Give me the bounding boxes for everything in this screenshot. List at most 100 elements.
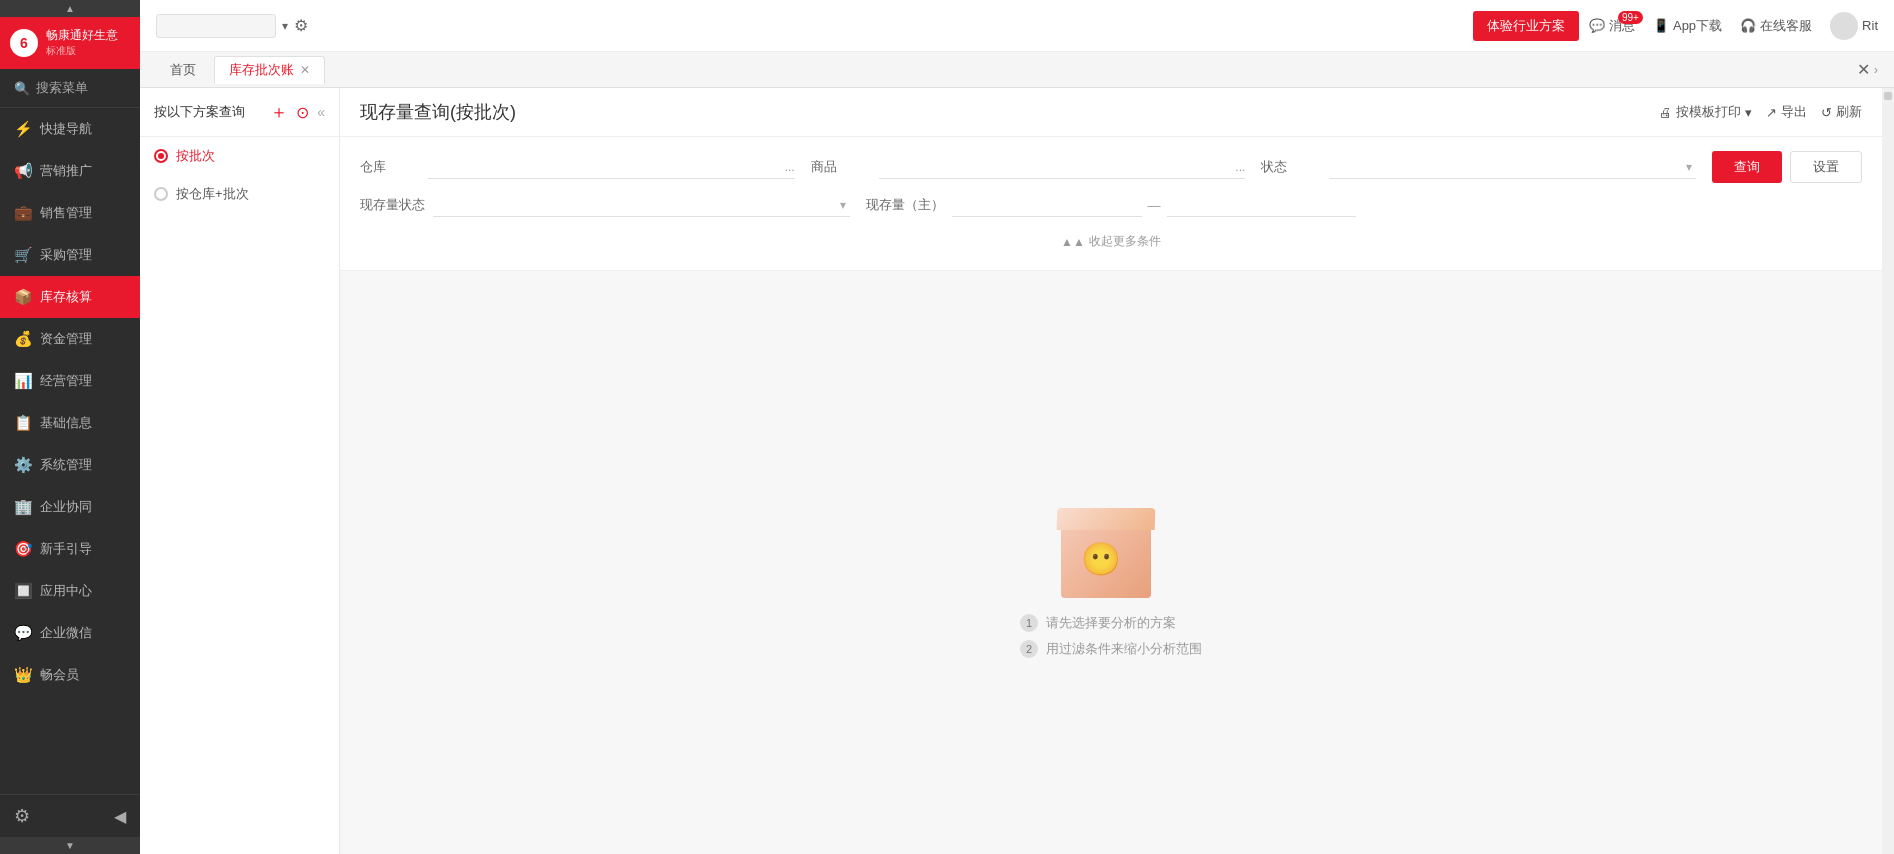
panel-collapse-btn[interactable]: › xyxy=(1874,62,1878,77)
scrollbar-thumb xyxy=(1884,92,1892,100)
sidebar-item-system[interactable]: ⚙️ 系统管理 xyxy=(0,444,140,486)
scheme-item-warehouse-batch[interactable]: 按仓库+批次 xyxy=(140,175,339,213)
online-service-item[interactable]: 🎧 在线客服 xyxy=(1740,17,1812,35)
sidebar-item-enterprise[interactable]: 🏢 企业协同 xyxy=(0,486,140,528)
sidebar-item-guide[interactable]: 🎯 新手引导 xyxy=(0,528,140,570)
sidebar-scroll-up[interactable]: ▲ xyxy=(0,0,140,17)
warehouse-input[interactable] xyxy=(428,155,795,179)
sidebar-item-quick-nav[interactable]: ⚡ 快捷导航 xyxy=(0,108,140,150)
refresh-button[interactable]: ↺ 刷新 xyxy=(1821,103,1862,121)
export-icon: ↗ xyxy=(1766,105,1777,120)
export-button[interactable]: ↗ 导出 xyxy=(1766,103,1807,121)
topbar-search-input[interactable] xyxy=(156,14,276,38)
print-template-button[interactable]: 🖨 按模板打印 ▾ xyxy=(1659,103,1752,121)
settings-scheme-button[interactable]: ⊙ xyxy=(296,103,309,122)
box-top xyxy=(1057,508,1156,530)
operations-icon: 📊 xyxy=(14,372,32,390)
stock-status-select-wrapper: 有库存 无库存 全部 ▾ xyxy=(433,193,850,217)
content-area: 😶 1 请先选择要分析的方案 2 用过滤条件来缩小分析范围 xyxy=(340,271,1882,854)
query-button[interactable]: 查询 xyxy=(1712,151,1782,183)
nav-label: 资金管理 xyxy=(40,330,92,348)
collapse-left-panel-button[interactable]: « xyxy=(317,104,325,120)
app-download-item[interactable]: 📱 App下载 xyxy=(1653,17,1722,35)
panel-close-button[interactable]: ✕ xyxy=(1857,60,1870,79)
marketing-icon: 📢 xyxy=(14,162,32,180)
settings-footer-button[interactable]: ⚙ xyxy=(14,805,30,827)
stock-qty-range: — xyxy=(952,193,1356,217)
user-item[interactable]: Rit xyxy=(1830,12,1878,40)
sidebar-item-finance[interactable]: 💰 资金管理 xyxy=(0,318,140,360)
topbar-dropdown-button[interactable]: ▾ xyxy=(282,19,288,33)
hint-num-2: 2 xyxy=(1020,640,1038,658)
filter-settings-button[interactable]: 设置 xyxy=(1790,151,1862,183)
nav-label: 库存核算 xyxy=(40,288,92,306)
nav-label: 系统管理 xyxy=(40,456,92,474)
page-title-actions: 🖨 按模板打印 ▾ ↗ 导出 ↺ 刷新 xyxy=(1659,103,1862,121)
messages-item[interactable]: 💬 消息 99+ xyxy=(1589,17,1635,35)
left-panel: 按以下方案查询 ＋ ⊙ « 按批次 按仓库+批次 xyxy=(140,88,340,854)
collapse-sidebar-button[interactable]: ◀ xyxy=(114,807,126,826)
vip-icon: 👑 xyxy=(14,666,32,684)
sidebar-item-apps[interactable]: 🔲 应用中心 xyxy=(0,570,140,612)
tab-close-button[interactable]: ✕ xyxy=(300,63,310,77)
sidebar-item-operations[interactable]: 📊 经营管理 xyxy=(0,360,140,402)
sidebar-item-marketing[interactable]: 📢 营销推广 xyxy=(0,150,140,192)
message-icon: 💬 xyxy=(1589,18,1605,33)
stock-status-select[interactable]: 有库存 无库存 全部 xyxy=(433,193,850,217)
left-panel-title: 按以下方案查询 xyxy=(154,103,245,121)
product-label: 商品 xyxy=(811,158,871,176)
scheme-item-batch[interactable]: 按批次 xyxy=(140,137,339,175)
export-label: 导出 xyxy=(1781,103,1807,121)
nav-label: 经营管理 xyxy=(40,372,92,390)
warehouse-input-wrapper: ... xyxy=(428,155,795,179)
sidebar-item-inventory[interactable]: 📦 库存核算 xyxy=(0,276,140,318)
sidebar-item-basic[interactable]: 📋 基础信息 xyxy=(0,402,140,444)
box-face: 😶 xyxy=(1081,540,1121,578)
inventory-icon: 📦 xyxy=(14,288,32,306)
status-select[interactable]: 正常 停用 xyxy=(1329,155,1696,179)
product-input[interactable] xyxy=(879,155,1246,179)
quick-nav-icon: ⚡ xyxy=(14,120,32,138)
warehouse-filter: 仓库 ... xyxy=(360,155,795,179)
stock-qty-min-input[interactable] xyxy=(952,193,1142,217)
print-dropdown-icon: ▾ xyxy=(1745,105,1752,120)
warehouse-more-button[interactable]: ... xyxy=(785,160,795,174)
filter-area: 仓库 ... 商品 ... xyxy=(340,137,1882,271)
filter-action-buttons: 查询 设置 xyxy=(1712,151,1862,183)
experience-button[interactable]: 体验行业方案 xyxy=(1473,11,1579,41)
collapse-more-button[interactable]: ▲▲ 收起更多条件 xyxy=(360,227,1862,256)
topbar-settings-button[interactable]: ⚙ xyxy=(294,16,308,35)
sidebar-item-sales[interactable]: 💼 销售管理 xyxy=(0,192,140,234)
print-icon: 🖨 xyxy=(1659,105,1672,120)
app-logo: 6 xyxy=(10,29,38,57)
sidebar-item-wechat[interactable]: 💬 企业微信 xyxy=(0,612,140,654)
tabbar: 首页 库存批次账 ✕ ✕ › xyxy=(140,52,1894,88)
online-service-label: 在线客服 xyxy=(1760,17,1812,35)
main-area: ▾ ⚙ 体验行业方案 💬 消息 99+ 📱 App下载 🎧 在线客服 Rit xyxy=(140,0,1894,854)
tab-home[interactable]: 首页 xyxy=(156,56,210,84)
sidebar-header: 6 畅康通好生意 标准版 xyxy=(0,17,140,69)
product-more-button[interactable]: ... xyxy=(1235,160,1245,174)
tab-batch-account[interactable]: 库存批次账 ✕ xyxy=(214,56,325,84)
apps-icon: 🔲 xyxy=(14,582,32,600)
sales-icon: 💼 xyxy=(14,204,32,222)
page-content: 按以下方案查询 ＋ ⊙ « 按批次 按仓库+批次 现存量查询(按批次) xyxy=(140,88,1894,854)
add-scheme-button[interactable]: ＋ xyxy=(270,100,288,124)
sidebar-item-vip[interactable]: 👑 畅会员 xyxy=(0,654,140,696)
sidebar-scroll-down[interactable]: ▼ xyxy=(0,837,140,854)
product-input-wrapper: ... xyxy=(879,155,1246,179)
sidebar-item-purchase[interactable]: 🛒 采购管理 xyxy=(0,234,140,276)
collapse-more-label: 收起更多条件 xyxy=(1089,233,1161,250)
hint-num-1: 1 xyxy=(1020,614,1038,632)
search-label: 搜索菜单 xyxy=(36,79,88,97)
scheme-label-warehouse-batch: 按仓库+批次 xyxy=(176,185,249,203)
nav-label: 新手引导 xyxy=(40,540,92,558)
stock-qty-separator: — xyxy=(1148,198,1161,213)
filter-row-1: 仓库 ... 商品 ... xyxy=(360,151,1862,183)
sidebar-nav: ⚡ 快捷导航 📢 营销推广 💼 销售管理 🛒 采购管理 📦 库存核算 💰 资金管… xyxy=(0,108,140,794)
sidebar-search[interactable]: 🔍 搜索菜单 xyxy=(0,69,140,108)
right-scrollbar[interactable] xyxy=(1882,88,1894,854)
stock-qty-label: 现存量（主） xyxy=(866,196,944,214)
warehouse-label: 仓库 xyxy=(360,158,420,176)
stock-qty-max-input[interactable] xyxy=(1167,193,1357,217)
